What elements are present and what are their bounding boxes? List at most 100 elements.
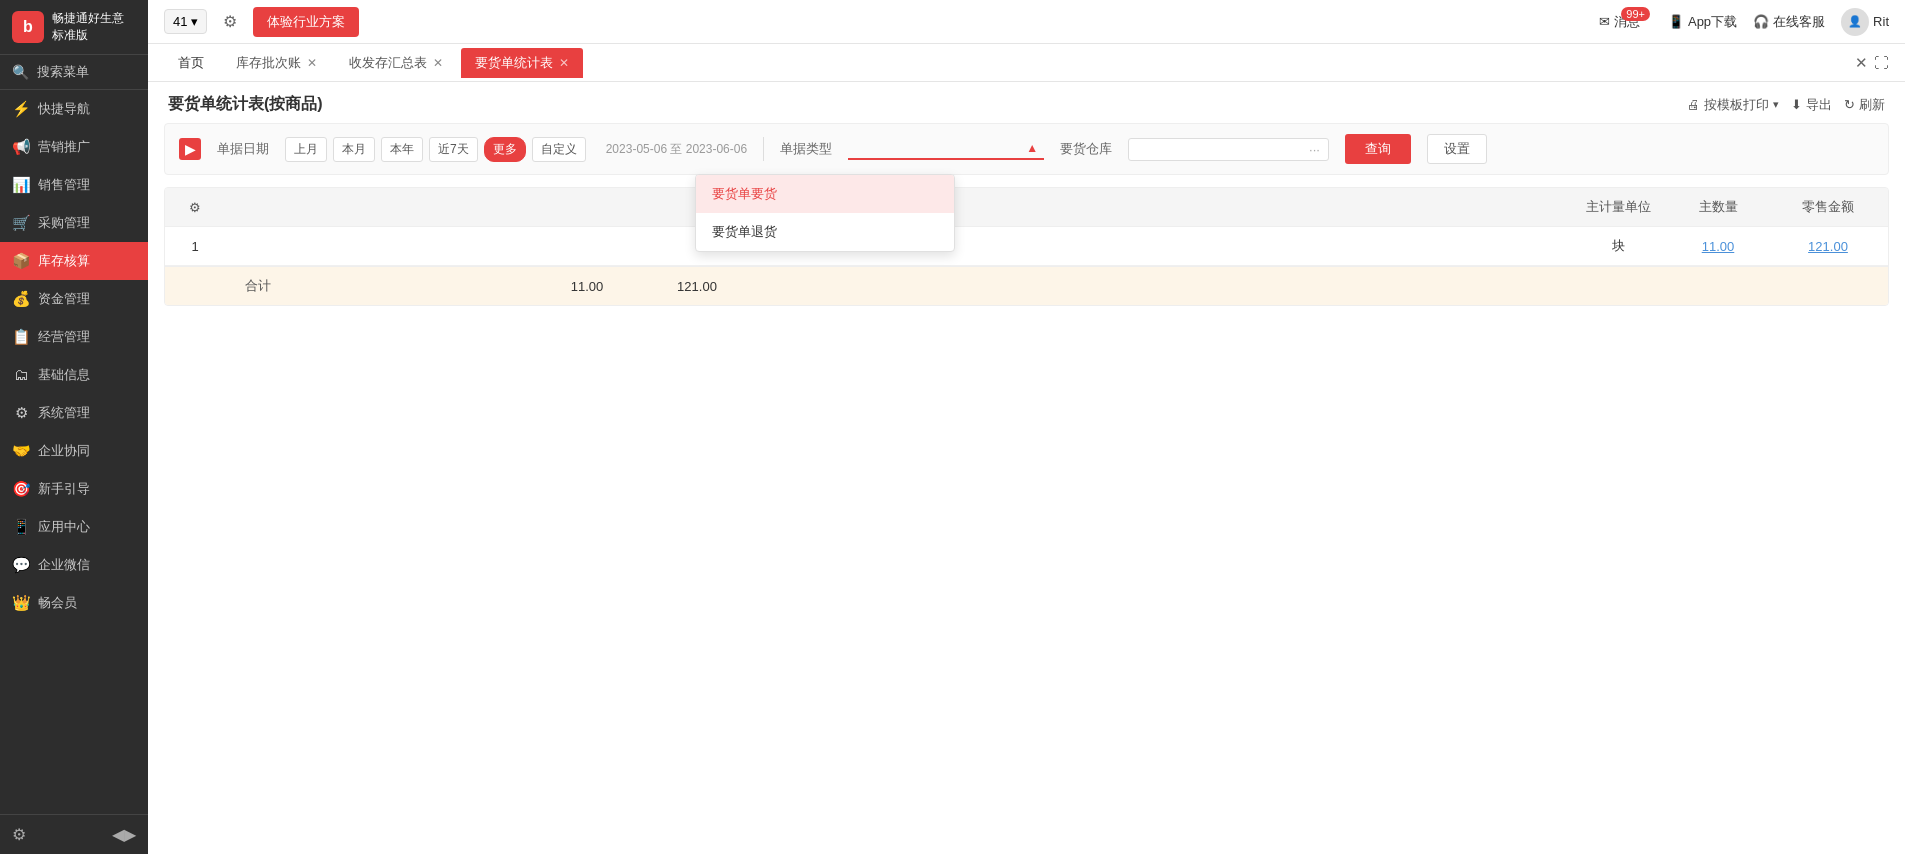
settings-button[interactable]: ⚙ [219, 8, 241, 35]
tab-close-receivable-summary[interactable]: ✕ [433, 56, 443, 70]
page-title: 要货单统计表(按商品) [168, 94, 323, 115]
sidebar-item-label: 系统管理 [38, 404, 90, 422]
tab-close-order-summary[interactable]: ✕ [559, 56, 569, 70]
this-year-btn[interactable]: 本年 [381, 137, 423, 162]
wechat-icon: 💬 [12, 556, 30, 574]
sidebar-item-system[interactable]: ⚙ 系统管理 [0, 394, 148, 432]
order-type-dropdown[interactable]: ▲ [848, 139, 1044, 160]
sidebar-item-label: 快捷导航 [38, 100, 90, 118]
search-label: 搜索菜单 [37, 63, 89, 81]
system-icon: ⚙ [12, 404, 30, 422]
tab-home[interactable]: 首页 [164, 48, 218, 78]
topbar: 41 ▾ ⚙ 体验行业方案 ✉ 消息 99+ 📱 App下载 🎧 在线客服 👤 [148, 0, 1905, 44]
sidebar-item-quick-nav[interactable]: ⚡ 快捷导航 [0, 90, 148, 128]
sidebar-item-label: 新手引导 [38, 480, 90, 498]
table-settings-icon[interactable]: ⚙ [189, 200, 201, 215]
sidebar-item-guide[interactable]: 🎯 新手引导 [0, 470, 148, 508]
search-icon: 🔍 [12, 64, 29, 80]
print-arrow-icon: ▾ [1773, 98, 1779, 111]
tab-close-all-button[interactable]: ✕ [1855, 54, 1868, 72]
sidebar-item-basic[interactable]: 🗂基础信息 [0, 356, 148, 394]
inventory-icon: 📦 [12, 252, 30, 270]
last-month-btn[interactable]: 上月 [285, 137, 327, 162]
footer-label: 合计 [237, 277, 437, 295]
sidebar-item-finance[interactable]: 💰资金管理 [0, 280, 148, 318]
sidebar-item-cooperation[interactable]: 🤝企业协同 [0, 432, 148, 470]
tab-inventory-batch[interactable]: 库存批次账 ✕ [222, 48, 331, 78]
footer-qty: 11.00 [537, 279, 637, 294]
order-type-label: 单据类型 [780, 140, 832, 158]
menu-toggle-icon[interactable]: ◀▶ [112, 825, 136, 844]
store-name: 41 [173, 14, 187, 29]
settings-icon[interactable]: ⚙ [12, 825, 26, 844]
sidebar-item-operations[interactable]: 📋 经营管理 [0, 318, 148, 356]
print-template-button[interactable]: 🖨 按模板打印 ▾ [1687, 96, 1779, 114]
finance-icon: 💰 [12, 290, 30, 308]
sidebar-item-marketing[interactable]: 📢营销推广 [0, 128, 148, 166]
refresh-button[interactable]: ↻ 刷新 [1844, 96, 1885, 114]
online-service-label: 在线客服 [1773, 13, 1825, 31]
dropdown-arrow-icon: ▾ [191, 14, 198, 29]
tab-expand-button[interactable]: ⛶ [1874, 54, 1889, 71]
store-selector[interactable]: 41 ▾ [164, 9, 207, 34]
row-qty[interactable]: 11.00 [1668, 227, 1768, 266]
warehouse-input[interactable] [1137, 142, 1305, 157]
row-amount[interactable]: 121.00 [1768, 227, 1888, 266]
this-month-btn[interactable]: 本月 [333, 137, 375, 162]
messages-button[interactable]: ✉ 消息 99+ [1599, 13, 1640, 31]
vip-icon: 👑 [12, 594, 30, 612]
more-btn[interactable]: 更多 [484, 137, 526, 162]
tab-order-summary[interactable]: 要货单统计表 ✕ [461, 48, 583, 78]
page-header: 要货单统计表(按商品) 🖨 按模板打印 ▾ ⬇ 导出 ↻ 刷新 [148, 82, 1905, 123]
online-service-button[interactable]: 🎧 在线客服 [1753, 13, 1825, 31]
marketing-icon: 📢 [12, 138, 30, 156]
filter-toggle-button[interactable]: ▶ [179, 138, 201, 160]
user-profile[interactable]: 👤 Rit [1841, 8, 1889, 36]
last-7-days-btn[interactable]: 近7天 [429, 137, 478, 162]
query-button[interactable]: 查询 [1345, 134, 1411, 164]
table-header-row: ⚙ 商品 主计量单位 主数量 零售金额 [165, 188, 1888, 227]
data-table-container: ⚙ 商品 主计量单位 主数量 零售金额 1 块 [164, 187, 1889, 306]
export-button[interactable]: ⬇ 导出 [1791, 96, 1832, 114]
guide-icon: 🎯 [12, 480, 30, 498]
messages-badge: 99+ [1621, 7, 1650, 21]
dropdown-item-order-return[interactable]: 要货单退货 [696, 213, 954, 251]
print-icon: 🖨 [1687, 97, 1700, 112]
sidebar-item-label: 经营管理 [38, 328, 90, 346]
custom-btn[interactable]: 自定义 [532, 137, 586, 162]
quick-nav-icon: ⚡ [12, 100, 30, 118]
sidebar-nav: ⚡ 快捷导航 📢营销推广📊销售管理🛒采购管理📦库存核算💰资金管理 📋 经营管理 🗂基础信息… [0, 90, 148, 814]
basic-icon: 🗂 [12, 366, 30, 383]
app-download-label: App下载 [1688, 13, 1737, 31]
sidebar-item-inventory[interactable]: 📦库存核算 [0, 242, 148, 280]
topbar-left: 41 ▾ ⚙ 体验行业方案 [164, 7, 1599, 37]
col-header-qty: 主数量 [1668, 188, 1768, 227]
setup-button[interactable]: 设置 [1427, 134, 1487, 164]
warehouse-field[interactable]: ··· [1128, 138, 1329, 161]
tab-close-inventory-batch[interactable]: ✕ [307, 56, 317, 70]
table-row: 1 块 11.00 121.00 [165, 227, 1888, 266]
col-header-settings[interactable]: ⚙ [165, 188, 225, 227]
row-unit: 块 [1568, 227, 1668, 266]
app-download-button[interactable]: 📱 App下载 [1668, 13, 1737, 31]
trial-industry-button[interactable]: 体验行业方案 [253, 7, 359, 37]
operations-icon: 📋 [12, 328, 30, 346]
purchase-icon: 🛒 [12, 214, 30, 232]
sidebar-item-vip[interactable]: 👑畅会员 [0, 584, 148, 622]
sidebar-item-sales[interactable]: 📊销售管理 [0, 166, 148, 204]
refresh-icon: ↻ [1844, 97, 1855, 112]
sidebar-item-app-center[interactable]: 📱 应用中心 [0, 508, 148, 546]
sidebar-item-wechat[interactable]: 💬企业微信 [0, 546, 148, 584]
main-area: 41 ▾ ⚙ 体验行业方案 ✉ 消息 99+ 📱 App下载 🎧 在线客服 👤 [148, 0, 1905, 854]
order-type-input[interactable] [854, 141, 1022, 156]
order-type-dropdown-popup: 要货单要货 要货单退货 [695, 174, 955, 252]
app-center-icon: 📱 [12, 518, 30, 536]
warehouse-dots-icon[interactable]: ··· [1309, 142, 1320, 157]
dropdown-item-order-goods[interactable]: 要货单要货 [696, 175, 954, 213]
sidebar-item-label: 销售管理 [38, 176, 90, 194]
sidebar-item-label: 应用中心 [38, 518, 90, 536]
sidebar-item-purchase[interactable]: 🛒采购管理 [0, 204, 148, 242]
search-menu[interactable]: 🔍 搜索菜单 [0, 55, 148, 90]
page-actions: 🖨 按模板打印 ▾ ⬇ 导出 ↻ 刷新 [1687, 96, 1885, 114]
tab-receivable-summary[interactable]: 收发存汇总表 ✕ [335, 48, 457, 78]
